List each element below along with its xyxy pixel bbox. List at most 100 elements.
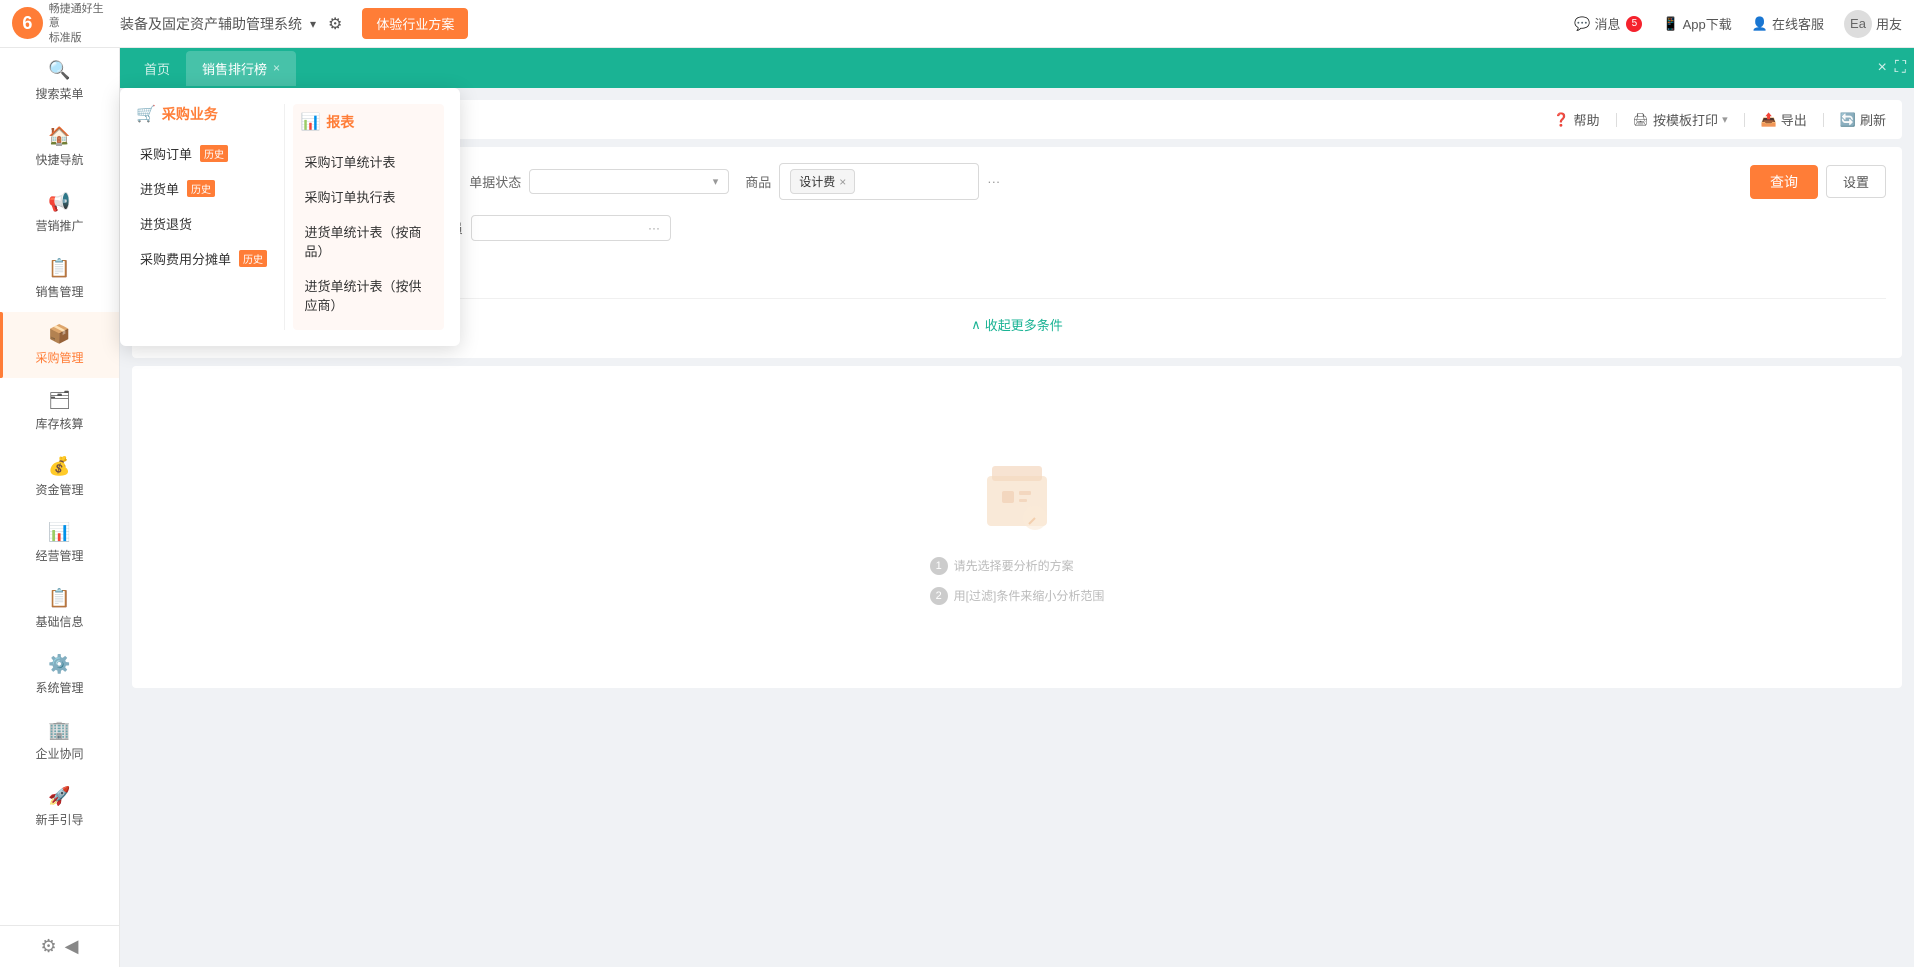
sidebar-label-search: 搜索菜单: [35, 85, 83, 102]
sidebar-label-quick-nav: 快捷导航: [35, 151, 83, 168]
marketing-icon: 📢: [48, 192, 70, 213]
industry-btn[interactable]: 体验行业方案: [362, 8, 468, 39]
sidebar-item-coop[interactable]: 🏢 企业协同: [0, 708, 119, 774]
phone-icon: 📱: [1662, 16, 1678, 32]
purchase-icon: 📦: [48, 324, 70, 345]
print-icon: 🖨: [1633, 112, 1650, 128]
coop-icon: 🏢: [48, 720, 70, 741]
collapse-btn[interactable]: ∧ 收起更多条件: [963, 307, 1071, 342]
finance-icon: 💰: [48, 456, 70, 477]
dropdown-item-return[interactable]: 进货退货: [136, 206, 272, 241]
title-arrow-icon[interactable]: ▾: [310, 17, 316, 31]
dropdown-item-report-1[interactable]: 采购订单统计表: [301, 144, 437, 179]
dropdown-item-incoming[interactable]: 进货单 历史: [136, 171, 272, 206]
export-icon: 📤: [1761, 112, 1777, 128]
refresh-btn[interactable]: 🔄 刷新: [1840, 110, 1886, 129]
sidebar-collapse-btn[interactable]: ◀: [65, 936, 79, 957]
window-expand-btn[interactable]: ⛶: [1895, 59, 1906, 77]
salesman-dots[interactable]: ···: [648, 221, 660, 235]
collapse-arrow-icon: ∧: [971, 317, 981, 333]
tab-close-icon[interactable]: ×: [273, 61, 280, 75]
status-filter-label: 单据状态: [469, 172, 521, 191]
topbar: 6 畅捷通好生意 标准版 装备及固定资产辅助管理系统 ▾ ⚙ 体验行业方案 💬 …: [0, 0, 1914, 48]
user-item[interactable]: Ea 用友: [1844, 10, 1902, 38]
goods-more-dots[interactable]: ···: [987, 174, 1000, 189]
filter-group-status: 单据状态 ▾: [469, 169, 729, 194]
sidebar-item-marketing[interactable]: 📢 营销推广: [0, 180, 119, 246]
sidebar-item-purchase[interactable]: 📦 采购管理: [0, 312, 119, 378]
sidebar-settings-btn[interactable]: ⚙: [41, 936, 57, 957]
empty-state: 1 请先选择要分析的方案 2 用[过滤]条件来缩小分析范围: [132, 366, 1902, 688]
dropdown-col-purchase: 🛒 采购业务 采购订单 历史 进货单 历史 进货退货 采购费用分摊单 历史: [136, 104, 272, 330]
tab-home[interactable]: 首页: [128, 51, 186, 86]
window-close-btn[interactable]: ×: [1877, 59, 1886, 77]
history-tag-0: 历史: [200, 145, 228, 162]
goods-filter-label: 商品: [745, 172, 771, 191]
print-arrow[interactable]: ▾: [1722, 113, 1728, 126]
export-btn[interactable]: 📤 导出: [1761, 110, 1807, 129]
filter-group-salesman: 业务员 ···: [424, 215, 671, 241]
dropdown-col-report: 📊 报表 采购订单统计表 采购订单执行表 进货单统计表（按商品） 进货单统计表（…: [293, 104, 445, 330]
message-item[interactable]: 💬 消息 5: [1574, 14, 1642, 33]
sidebar-label-purchase: 采购管理: [35, 349, 83, 366]
sidebar-item-inventory[interactable]: 🗂 库存核算: [0, 378, 119, 444]
tab-bar: 首页 销售排行榜 × × ⛶: [120, 48, 1914, 88]
tab-sales-rank[interactable]: 销售排行榜 ×: [186, 51, 296, 86]
sidebar-item-operation[interactable]: 📊 经营管理: [0, 510, 119, 576]
history-tag-3: 历史: [239, 250, 267, 267]
logo: 6 畅捷通好生意 标准版: [12, 2, 112, 45]
dropdown-item-purchase-order[interactable]: 采购订单 历史: [136, 136, 272, 171]
operation-icon: 📊: [48, 522, 70, 543]
sidebar-item-quick-nav[interactable]: 🏠 快捷导航: [0, 114, 119, 180]
logo-text: 畅捷通好生意 标准版: [49, 2, 112, 45]
online-service-item[interactable]: 👤 在线客服: [1752, 14, 1824, 33]
status-select-arrow: ▾: [713, 175, 719, 188]
inventory-icon: 🗂: [48, 390, 71, 411]
print-btn[interactable]: 🖨 按模板打印 ▾: [1633, 110, 1728, 129]
sidebar-item-system[interactable]: ⚙️ 系统管理: [0, 642, 119, 708]
sidebar-item-sales[interactable]: 📋 销售管理: [0, 246, 119, 312]
purchase-section-icon: 🛒: [136, 104, 156, 124]
logo-icon: 6: [12, 7, 43, 39]
divider2: [1744, 113, 1745, 127]
divider1: [1616, 113, 1617, 127]
filter-group-goods: 商品 设计费 × ···: [745, 163, 1000, 200]
goods-select[interactable]: 设计费 ×: [779, 163, 979, 200]
empty-steps: 1 请先选择要分析的方案 2 用[过滤]条件来缩小分析范围: [930, 554, 1105, 608]
dropdown-item-expense[interactable]: 采购费用分摊单 历史: [136, 241, 272, 276]
dropdown-item-report-4[interactable]: 进货单统计表（按供应商）: [301, 268, 437, 322]
empty-illustration: [967, 446, 1067, 546]
sidebar: 🔍 搜索菜单 🏠 快捷导航 📢 营销推广 📋 销售管理 📦 采购管理 🗂 库存核…: [0, 48, 120, 967]
settings-btn[interactable]: 设置: [1826, 165, 1886, 198]
divider3: [1823, 113, 1824, 127]
sidebar-label-finance: 资金管理: [35, 481, 83, 498]
sidebar-label-sales: 销售管理: [35, 283, 83, 300]
dropdown-report-title: 📊 报表: [301, 112, 437, 132]
query-btn[interactable]: 查询: [1750, 165, 1818, 199]
sidebar-label-basic: 基础信息: [35, 613, 83, 630]
sidebar-item-finance[interactable]: 💰 资金管理: [0, 444, 119, 510]
sidebar-item-search[interactable]: 🔍 搜索菜单: [0, 48, 119, 114]
topbar-settings-icon[interactable]: ⚙: [328, 14, 342, 34]
guide-icon: 🚀: [48, 786, 70, 807]
sidebar-bottom: ⚙ ◀: [0, 925, 119, 967]
help-btn[interactable]: ❓ 帮助: [1553, 110, 1599, 129]
user-avatar: Ea: [1844, 10, 1872, 38]
refresh-icon: 🔄: [1840, 112, 1856, 128]
goods-tag: 设计费 ×: [790, 169, 855, 194]
home-icon: 🏠: [48, 126, 70, 147]
dropdown-item-report-2[interactable]: 采购订单执行表: [301, 179, 437, 214]
system-title: 装备及固定资产辅助管理系统: [120, 14, 302, 34]
sidebar-label-coop: 企业协同: [35, 745, 83, 762]
goods-tag-close[interactable]: ×: [839, 175, 846, 189]
report-section-icon: 📊: [301, 112, 321, 132]
sidebar-item-basic[interactable]: 📋 基础信息: [0, 576, 119, 642]
app-download-item[interactable]: 📱 App下载: [1662, 14, 1731, 33]
dropdown-purchase-title: 🛒 采购业务: [136, 104, 272, 124]
sidebar-label-operation: 经营管理: [35, 547, 83, 564]
dropdown-divider: [284, 104, 285, 330]
salesman-select[interactable]: ···: [471, 215, 671, 241]
sidebar-item-guide[interactable]: 🚀 新手引导: [0, 774, 119, 840]
status-select[interactable]: ▾: [529, 169, 729, 194]
dropdown-item-report-3[interactable]: 进货单统计表（按商品）: [301, 214, 437, 268]
